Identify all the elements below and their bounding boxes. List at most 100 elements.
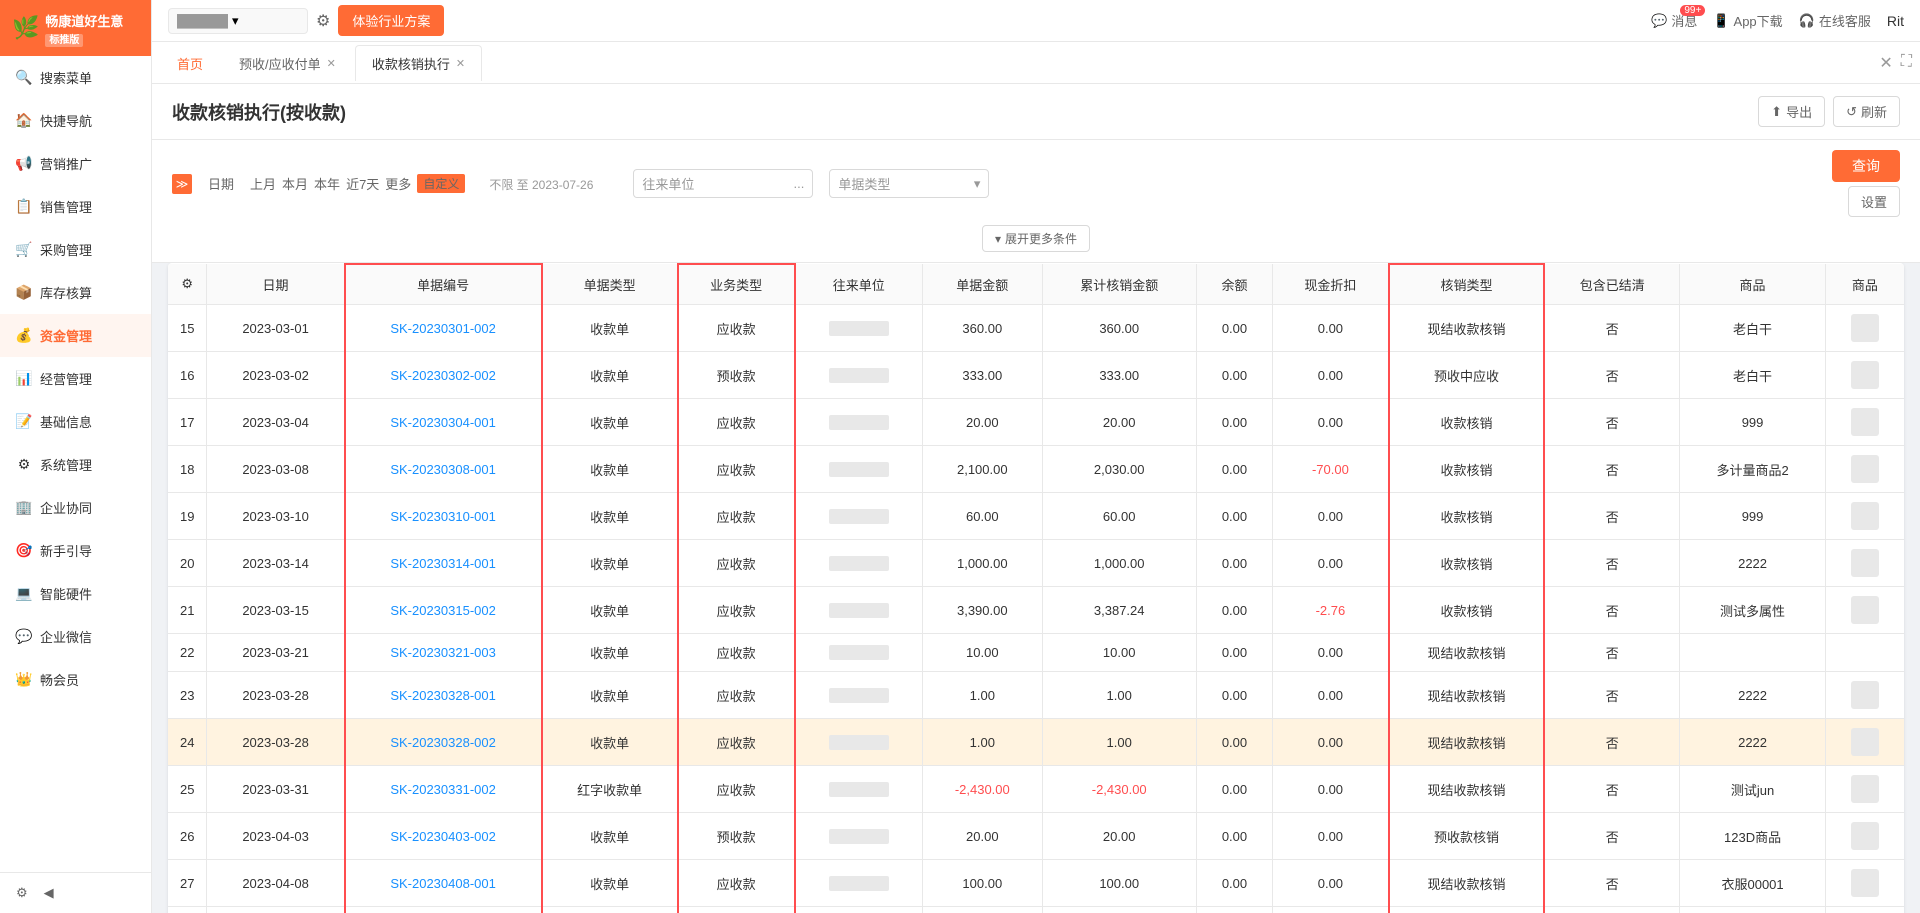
docno-link[interactable]: SK-20230310-001 xyxy=(390,509,496,524)
docno-link[interactable]: SK-20230315-002 xyxy=(390,603,496,618)
online-service[interactable]: 🎧 在线客服 xyxy=(1799,11,1871,30)
user-profile[interactable]: Rit xyxy=(1887,13,1904,29)
tab-verify[interactable]: 收款核销执行 ✕ xyxy=(355,45,482,81)
sidebar-item-search[interactable]: 🔍搜索菜单 xyxy=(0,56,151,99)
cell-counterpart: ██████ xyxy=(795,634,923,672)
cell-settled: 否 xyxy=(1544,719,1679,766)
query-button[interactable]: 查询 xyxy=(1832,150,1900,182)
collapse-icon[interactable]: ◀ xyxy=(44,885,54,901)
cell-docno: SK-20230304-001 xyxy=(345,399,542,446)
prepay-tab-close[interactable]: ✕ xyxy=(327,57,336,70)
tab-prepay[interactable]: 预收/应收付单 ✕ xyxy=(222,45,353,81)
blurred-counterpart: ██████ xyxy=(829,688,889,703)
cell-date: 2023-03-14 xyxy=(207,540,345,587)
sidebar-item-operation[interactable]: 📊经营管理 xyxy=(0,357,151,400)
sidebar-item-inventory[interactable]: 📦库存核算 xyxy=(0,271,151,314)
cell-balance: 0.00 xyxy=(1196,540,1272,587)
blurred-counterpart: ██████ xyxy=(829,415,889,430)
cell-date: 2023-03-28 xyxy=(207,719,345,766)
date-more[interactable]: 更多 xyxy=(385,174,411,193)
docno-link[interactable]: SK-20230328-001 xyxy=(390,688,496,703)
receipt-type-filter[interactable]: 单据类型 ▾ xyxy=(829,169,989,198)
app-download[interactable]: 📱 App下载 xyxy=(1713,11,1782,30)
table-container[interactable]: ⚙ 日期 单据编号 单据类型 业务类型 往来单位 单据金额 累计核销金额 余额 … xyxy=(152,263,1920,913)
date-this-year[interactable]: 本年 xyxy=(314,174,340,193)
cell-discount: -2.76 xyxy=(1273,587,1389,634)
docno-link[interactable]: SK-20230328-002 xyxy=(390,735,496,750)
workspace-label: ██████ xyxy=(177,14,228,28)
table-row: 24 2023-03-28 SK-20230328-002 收款单 应收款 ██… xyxy=(168,719,1904,766)
sidebar-item-wechat[interactable]: 💬企业微信 xyxy=(0,615,151,658)
docno-link[interactable]: SK-20230408-001 xyxy=(390,876,496,891)
col-goods-header: 商品 xyxy=(1680,264,1826,305)
cell-goods: 999 xyxy=(1680,493,1826,540)
date-7days[interactable]: 近7天 xyxy=(346,174,379,193)
sidebar-item-quick-nav[interactable]: 🏠快捷导航 xyxy=(0,99,151,142)
cell-date: 2023-03-10 xyxy=(207,493,345,540)
refresh-button[interactable]: ↺ 刷新 xyxy=(1833,96,1900,127)
cell-amount: 1.00 xyxy=(922,672,1042,719)
date-last-month[interactable]: 上月 xyxy=(250,174,276,193)
operation-icon: 📊 xyxy=(16,371,32,387)
sidebar-label-purchase: 采购管理 xyxy=(40,240,92,259)
settings-gear-icon[interactable]: ⚙ xyxy=(316,11,330,31)
sidebar-label-sales: 销售管理 xyxy=(40,197,92,216)
cell-date: 2023-03-01 xyxy=(207,305,345,352)
cell-verify-amount: 1.00 xyxy=(1042,672,1196,719)
export-button[interactable]: ⬆ 导出 xyxy=(1758,96,1825,127)
date-custom-tag[interactable]: 自定义 xyxy=(417,174,465,193)
docno-link[interactable]: SK-20230403-002 xyxy=(390,829,496,844)
docno-link[interactable]: SK-20230304-001 xyxy=(390,415,496,430)
tab-close-all-icon[interactable]: ✕ xyxy=(1879,53,1892,73)
docno-link[interactable]: SK-20230314-001 xyxy=(390,556,496,571)
sidebar-item-member[interactable]: 👑畅会员 xyxy=(0,658,151,701)
cell-discount: 0.00 xyxy=(1273,719,1389,766)
date-this-month[interactable]: 本月 xyxy=(282,174,308,193)
sidebar-label-guide: 新手引导 xyxy=(40,541,92,560)
sidebar-item-guide[interactable]: 🎯新手引导 xyxy=(0,529,151,572)
col-gear-header[interactable]: ⚙ xyxy=(168,264,207,305)
sidebar-item-sales[interactable]: 📋销售管理 xyxy=(0,185,151,228)
workspace-selector[interactable]: ██████ ▾ xyxy=(168,8,308,34)
tab-home[interactable]: 首页 xyxy=(160,45,220,81)
table-row: 15 2023-03-01 SK-20230301-002 收款单 应收款 ██… xyxy=(168,305,1904,352)
sidebar-item-hardware[interactable]: 💻智能硬件 xyxy=(0,572,151,615)
sidebar-item-system[interactable]: ⚙系统管理 xyxy=(0,443,151,486)
counterpart-filter[interactable]: 往来单位 ... xyxy=(633,169,813,198)
cell-no: 26 xyxy=(168,813,207,860)
cell-balance: 0.00 xyxy=(1196,493,1272,540)
messages-icon[interactable]: 💬 消息 99+ xyxy=(1651,11,1697,30)
cell-amount: 10.00 xyxy=(922,634,1042,672)
search-icon: 🔍 xyxy=(16,70,32,86)
date-filter-options: 上月 本月 本年 近7天 更多 自定义 xyxy=(250,174,465,193)
docno-link[interactable]: SK-20230331-002 xyxy=(390,782,496,797)
docno-link[interactable]: SK-20230301-002 xyxy=(390,321,496,336)
verify-tab-close[interactable]: ✕ xyxy=(456,57,465,70)
cell-verifytype: 收款核销 xyxy=(1389,446,1545,493)
sidebar-item-marketing[interactable]: 📢营销推广 xyxy=(0,142,151,185)
export-label: 导出 xyxy=(1786,102,1812,121)
cell-counterpart: ██████ xyxy=(795,719,923,766)
docno-link[interactable]: SK-20230308-001 xyxy=(390,462,496,477)
cell-discount: 0.00 xyxy=(1273,813,1389,860)
solution-button[interactable]: 体验行业方案 xyxy=(338,5,444,36)
settings-icon[interactable]: ⚙ xyxy=(16,885,28,901)
cell-goods2 xyxy=(1825,352,1904,399)
sidebar-menu: 🔍搜索菜单🏠快捷导航📢营销推广📋销售管理🛒采购管理📦库存核算💰资金管理📊经营管理… xyxy=(0,56,151,872)
cell-verifytype: 收款核销 xyxy=(1389,493,1545,540)
cell-verifytype: 现结收款核销 xyxy=(1389,907,1545,913)
sidebar-item-purchase[interactable]: 🛒采购管理 xyxy=(0,228,151,271)
blurred-counterpart: ██████ xyxy=(829,782,889,797)
tab-expand-icon[interactable]: ⛶ xyxy=(1901,53,1912,73)
filter-setting-btn[interactable]: 设置 xyxy=(1848,186,1900,217)
filter-toggle-btn[interactable]: ≫ xyxy=(172,174,192,194)
phone-icon: 📱 xyxy=(1713,13,1729,29)
sidebar-item-enterprise[interactable]: 🏢企业协同 xyxy=(0,486,151,529)
expand-filters-btn[interactable]: ▾ 展开更多条件 xyxy=(982,225,1090,252)
blurred-counterpart: ██████ xyxy=(829,603,889,618)
col-docno-header: 单据编号 xyxy=(345,264,542,305)
docno-link[interactable]: SK-20230302-002 xyxy=(390,368,496,383)
sidebar-item-fund[interactable]: 💰资金管理 xyxy=(0,314,151,357)
docno-link[interactable]: SK-20230321-003 xyxy=(390,645,496,660)
sidebar-item-basic[interactable]: 📝基础信息 xyxy=(0,400,151,443)
